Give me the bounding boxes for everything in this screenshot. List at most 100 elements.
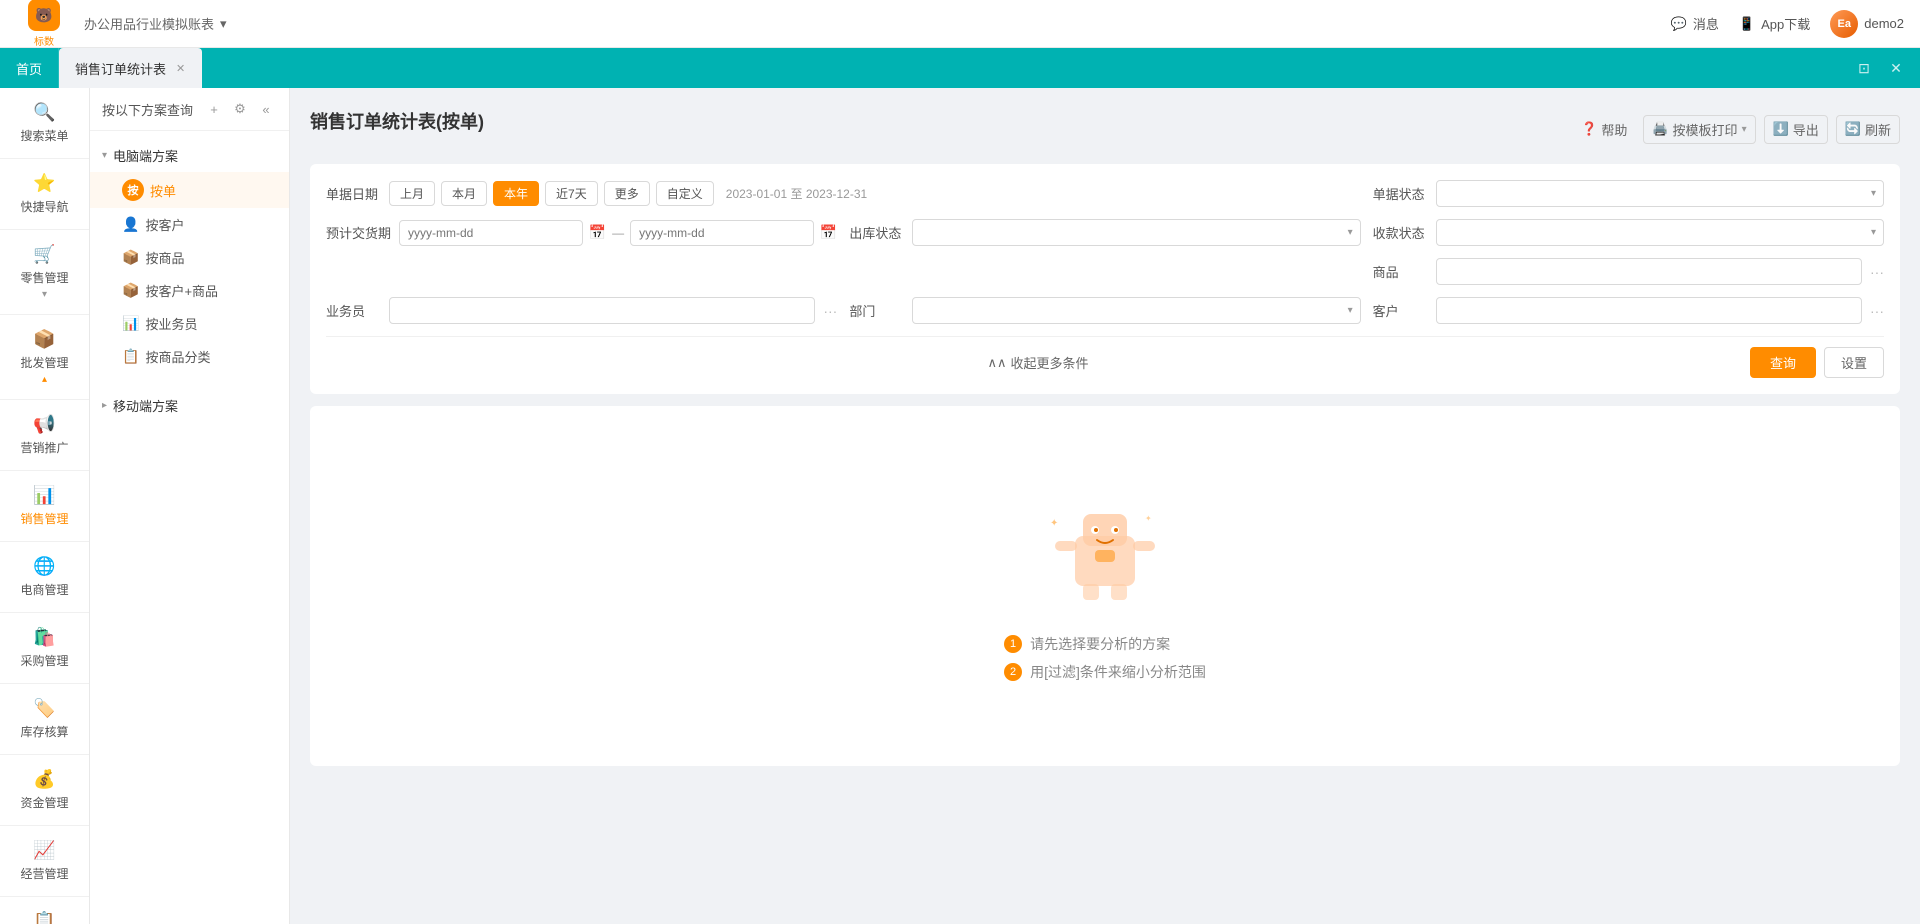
sidebar-item-marketing[interactable]: 📢 营销推广 [0, 400, 89, 471]
goods-input[interactable] [1436, 258, 1862, 285]
tab-home[interactable]: 首页 [0, 48, 59, 88]
date-btn-this-month[interactable]: 本月 [441, 181, 487, 206]
marketing-icon: 📢 [0, 414, 89, 435]
empty-hints: 1 请先选择要分析的方案 2 用[过滤]条件来缩小分析范围 [1004, 630, 1206, 686]
tabbar: 首页 销售订单统计表 ✕ ⊡ ✕ [0, 48, 1920, 88]
payment-status-select[interactable] [1436, 219, 1884, 246]
sidebar-item-inventory[interactable]: 🏷️ 库存核算 [0, 684, 89, 755]
date-btn-custom[interactable]: 自定义 [656, 181, 714, 206]
topbar-right: 💬 消息 📱 App下载 Ea demo2 [1671, 10, 1904, 38]
avatar: Ea [1830, 10, 1858, 38]
date-range-text: 2023-01-01 至 2023-12-31 [726, 185, 867, 202]
filter-row-4: 业务员 ··· 部门 ▾ 客户 ··· [326, 297, 1884, 324]
user-action[interactable]: Ea demo2 [1830, 10, 1904, 38]
tab-sales-stat[interactable]: 销售订单统计表 ✕ [59, 48, 202, 88]
tree-child-by-category[interactable]: 📋 按商品分类 [90, 340, 289, 373]
sidebar-item-purchase[interactable]: 🛍️ 采购管理 [0, 613, 89, 684]
message-action[interactable]: 💬 消息 [1671, 14, 1719, 33]
tree-child-by-cust-goods[interactable]: 📦 按客户+商品 [90, 274, 289, 307]
user-initials: Ea [1838, 18, 1851, 30]
print-button[interactable]: 🖨️ 按模板打印 ▾ [1643, 115, 1755, 144]
sidebar-item-basic[interactable]: 📋 基础信息 [0, 897, 89, 924]
user-name: demo2 [1864, 16, 1904, 31]
help-button[interactable]: ❓ 帮助 [1573, 116, 1635, 143]
order-status-select[interactable] [1436, 180, 1884, 207]
sidebar-item-retail[interactable]: 🛒 零售管理 ▾ [0, 230, 89, 315]
sidebar-item-label: 经营管理 [0, 865, 89, 882]
sidebar: 🔍 搜索菜单 ⭐ 快捷导航 🛒 零售管理 ▾ 📦 批发管理 ▴ 📢 营销推广 📊… [0, 88, 90, 924]
customer-input[interactable] [1436, 297, 1862, 324]
basic-icon: 📋 [0, 911, 89, 924]
topbar: 🐻 标数 办公用品行业模拟账表 ▾ 💬 消息 📱 App下载 Ea demo2 [0, 0, 1920, 48]
search-menu-icon: 🔍 [0, 102, 89, 123]
expected-date-end-input[interactable] [630, 220, 814, 246]
collapse-panel-button[interactable]: « [255, 98, 277, 120]
tree-child-by-goods[interactable]: 📦 按商品 [90, 241, 289, 274]
hint-1-text: 请先选择要分析的方案 [1030, 630, 1170, 658]
message-label: 消息 [1693, 14, 1719, 33]
dept-select[interactable] [912, 297, 1360, 324]
main-content: 销售订单统计表(按单) ❓ 帮助 🖨️ 按模板打印 ▾ ⬇️ 导出 🔄 刷新 [290, 88, 1920, 924]
ship-status-select[interactable] [912, 219, 1360, 246]
dept-label: 部门 [849, 301, 904, 320]
main-layout: 🔍 搜索菜单 ⭐ 快捷导航 🛒 零售管理 ▾ 📦 批发管理 ▴ 📢 营销推广 📊… [0, 88, 1920, 924]
app-download-action[interactable]: 📱 App下载 [1739, 14, 1810, 33]
date-btn-this-year[interactable]: 本年 [493, 181, 539, 206]
wholesale-icon: 📦 [0, 329, 89, 350]
tab-close-icon[interactable]: ✕ [176, 62, 185, 75]
date-btn-last-month[interactable]: 上月 [389, 181, 435, 206]
hint-2-text: 用[过滤]条件来缩小分析范围 [1030, 658, 1206, 686]
date-shortcuts: 上月 本月 本年 近7天 更多 自定义 [389, 181, 714, 206]
sidebar-item-wholesale[interactable]: 📦 批发管理 ▴ [0, 315, 89, 400]
help-icon: ❓ [1581, 121, 1597, 137]
sidebar-item-ecom[interactable]: 🌐 电商管理 [0, 542, 89, 613]
tree-child-label: 按客户 [145, 215, 184, 234]
tree-child-label: 按业务员 [145, 314, 197, 333]
calendar-end-icon[interactable]: 📅 [820, 224, 837, 241]
sidebar-item-finance[interactable]: 💰 资金管理 [0, 755, 89, 826]
goods-dots[interactable]: ··· [1870, 264, 1884, 280]
ecom-icon: 🌐 [0, 556, 89, 577]
scheme-settings-button[interactable]: ⚙ [229, 98, 251, 120]
salesperson-input[interactable] [389, 297, 815, 324]
salesperson-field: 业务员 ··· [326, 297, 837, 324]
salesperson-scheme-icon: 📊 [122, 315, 139, 332]
tree-parent-mobile[interactable]: ▸ 移动端方案 [90, 389, 289, 422]
tree-parent-desktop[interactable]: ▾ 电脑端方案 [90, 139, 289, 172]
window-restore-button[interactable]: ⊡ [1852, 56, 1876, 80]
date-btn-more[interactable]: 更多 [604, 181, 650, 206]
app-title[interactable]: 办公用品行业模拟账表 ▾ [84, 14, 227, 33]
settings-button[interactable]: 设置 [1824, 347, 1884, 378]
date-btn-7days[interactable]: 近7天 [545, 181, 598, 206]
refresh-button[interactable]: 🔄 刷新 [1836, 115, 1900, 144]
tree-child-by-salesperson[interactable]: 📊 按业务员 [90, 307, 289, 340]
filter-row-2: 预计交货期 📅 — 📅 出库状态 [326, 219, 1884, 246]
customer-dots[interactable]: ··· [1870, 303, 1884, 319]
hint-2-num: 2 [1004, 663, 1022, 681]
expected-date-start-input[interactable] [399, 220, 583, 246]
ship-status-select-wrapper: ▾ [912, 219, 1360, 246]
collapse-button[interactable]: ∧∧ 收起更多条件 [326, 353, 1750, 372]
export-button[interactable]: ⬇️ 导出 [1764, 115, 1828, 144]
quick-nav-icon: ⭐ [0, 173, 89, 194]
salesperson-dots[interactable]: ··· [823, 303, 837, 319]
tree-child-by-order[interactable]: 按 按单 [90, 172, 289, 208]
calendar-start-icon[interactable]: 📅 [589, 224, 606, 241]
add-scheme-button[interactable]: + [203, 98, 225, 120]
window-close-button[interactable]: ✕ [1884, 56, 1908, 80]
sidebar-item-quick-nav[interactable]: ⭐ 快捷导航 [0, 159, 89, 230]
sidebar-item-label: 库存核算 [0, 723, 89, 740]
sidebar-item-label: 销售管理 [0, 510, 89, 527]
empty-hint-1: 1 请先选择要分析的方案 [1004, 630, 1206, 658]
filter-bottom-row: ∧∧ 收起更多条件 查询 设置 [326, 336, 1884, 378]
sidebar-item-search-menu[interactable]: 🔍 搜索菜单 [0, 88, 89, 159]
query-button[interactable]: 查询 [1750, 347, 1816, 378]
sidebar-item-ops[interactable]: 📈 经营管理 [0, 826, 89, 897]
title-chevron-icon: ▾ [220, 16, 227, 32]
order-status-select-wrapper: ▾ [1436, 180, 1884, 207]
tree-child-label: 按单 [150, 181, 176, 200]
left-panel: 按以下方案查询 + ⚙ « ▾ 电脑端方案 按 按单 👤 按客户 📦 按商 [90, 88, 290, 924]
tree-child-by-customer[interactable]: 👤 按客户 [90, 208, 289, 241]
sidebar-item-sales[interactable]: 📊 销售管理 [0, 471, 89, 542]
sidebar-item-label: 采购管理 [0, 652, 89, 669]
